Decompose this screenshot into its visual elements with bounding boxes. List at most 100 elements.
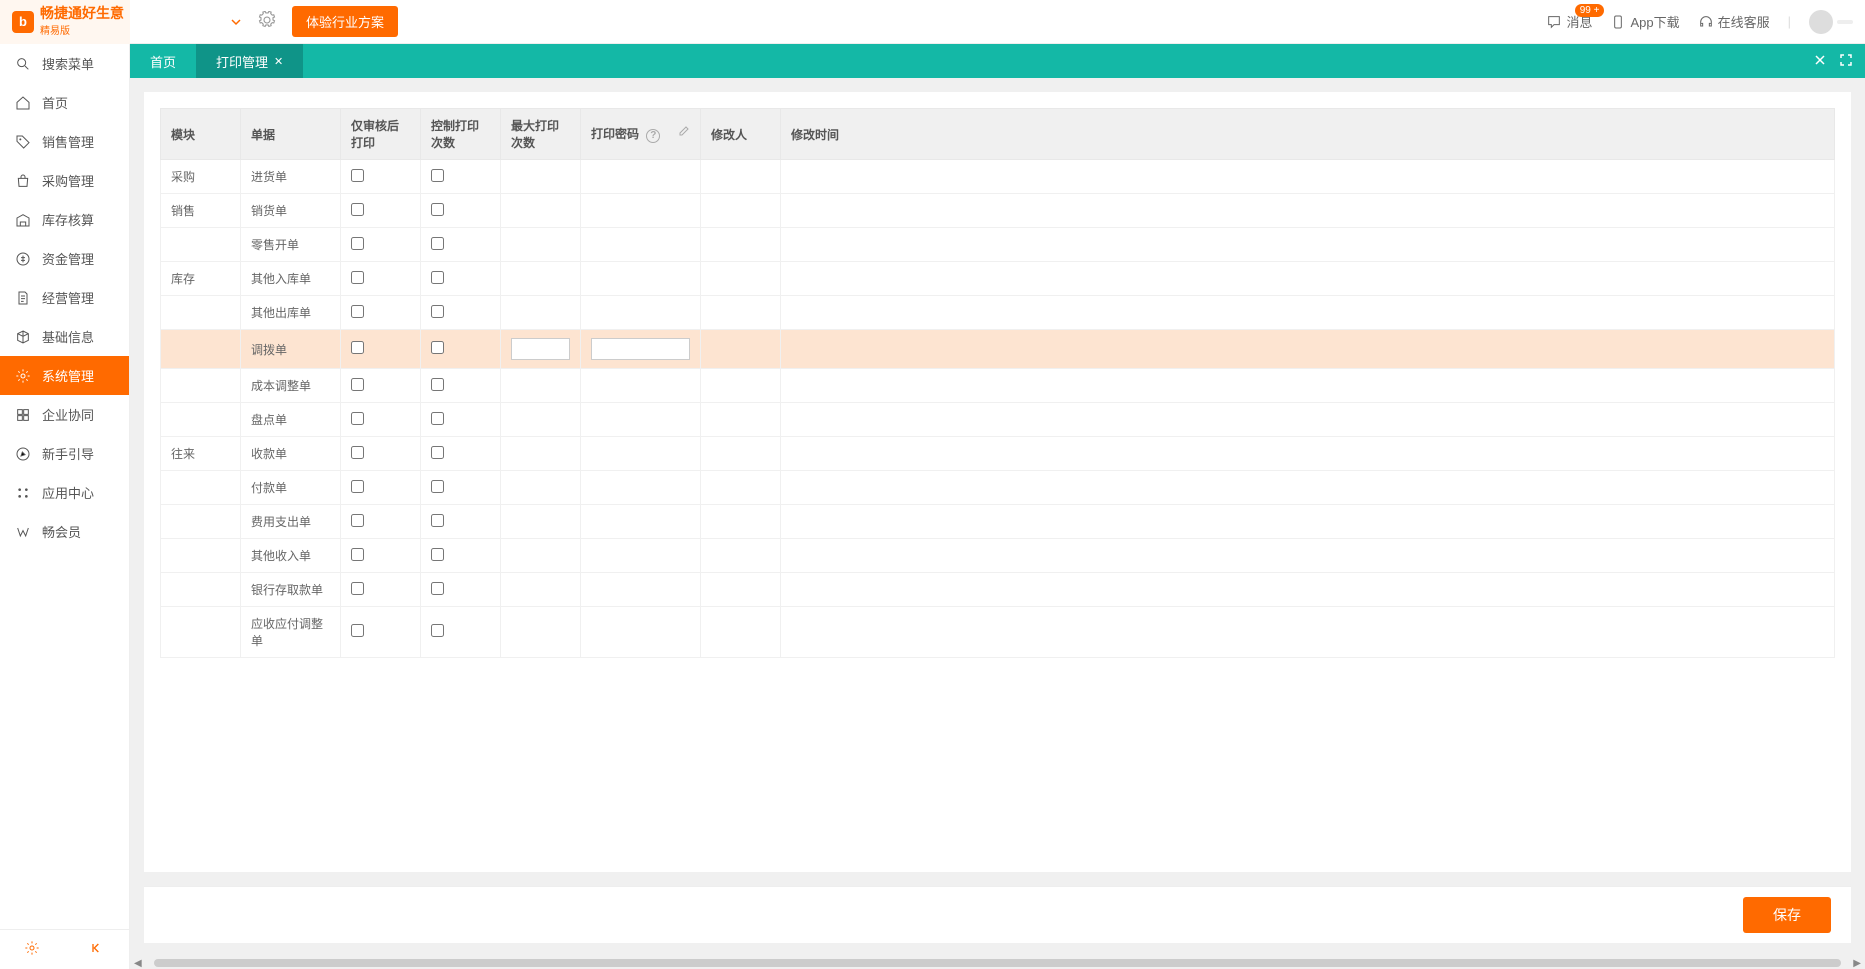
- settings-icon[interactable]: [258, 11, 276, 32]
- modifier-cell: [701, 437, 781, 471]
- password-cell: [581, 539, 701, 573]
- help-icon[interactable]: ?: [646, 129, 660, 143]
- doc-cell: 其他收入单: [241, 539, 341, 573]
- control-count-checkbox[interactable]: [431, 624, 444, 637]
- audit-print-checkbox[interactable]: [351, 305, 364, 318]
- control-count-checkbox[interactable]: [431, 237, 444, 250]
- audit-print-checkbox[interactable]: [351, 237, 364, 250]
- messages-link[interactable]: 消息 99 +: [1546, 12, 1592, 31]
- online-service-link[interactable]: 在线客服: [1698, 12, 1770, 31]
- control-count-checkbox[interactable]: [431, 341, 444, 354]
- messages-badge: 99 +: [1575, 4, 1605, 17]
- control-count-cell: [421, 194, 501, 228]
- sidebar-item-10[interactable]: 新手引导: [0, 434, 129, 473]
- tab-1[interactable]: 打印管理✕: [196, 44, 303, 78]
- sidebar-collapse-button[interactable]: [65, 930, 130, 969]
- max-count-cell: [501, 437, 581, 471]
- modifier-cell: [701, 228, 781, 262]
- audit-print-checkbox[interactable]: [351, 378, 364, 391]
- max-count-input[interactable]: [511, 338, 570, 360]
- control-count-checkbox[interactable]: [431, 378, 444, 391]
- control-count-checkbox[interactable]: [431, 203, 444, 216]
- save-button[interactable]: 保存: [1743, 897, 1831, 933]
- max-count-cell: [501, 369, 581, 403]
- audit-print-checkbox[interactable]: [351, 514, 364, 527]
- industry-plan-button[interactable]: 体验行业方案: [292, 6, 398, 37]
- doc-cell: 付款单: [241, 471, 341, 505]
- tab-close-all-icon[interactable]: [1813, 53, 1827, 70]
- table-row: 往来收款单: [161, 437, 1835, 471]
- sidebar-item-9[interactable]: 企业协同: [0, 395, 129, 434]
- tab-0[interactable]: 首页: [130, 44, 196, 78]
- audit-print-checkbox[interactable]: [351, 582, 364, 595]
- scroll-thumb[interactable]: [154, 959, 1842, 967]
- sidebar-item-3[interactable]: 采购管理: [0, 161, 129, 200]
- logo[interactable]: b 畅捷通好生意 精易版: [0, 0, 130, 44]
- audit-print-checkbox[interactable]: [351, 203, 364, 216]
- app-download-link[interactable]: App下载: [1610, 12, 1679, 31]
- horizontal-scrollbar[interactable]: ◀ ▶: [130, 957, 1865, 969]
- sidebar-item-4[interactable]: 库存核算: [0, 200, 129, 239]
- audit-print-checkbox[interactable]: [351, 624, 364, 637]
- sidebar-item-11[interactable]: 应用中心: [0, 473, 129, 512]
- control-count-checkbox[interactable]: [431, 548, 444, 561]
- footer-bar: 保存: [144, 886, 1851, 943]
- sidebar-item-label: 应用中心: [42, 483, 94, 502]
- scroll-left-arrow[interactable]: ◀: [134, 958, 142, 969]
- doc-cell: 其他入库单: [241, 262, 341, 296]
- phone-icon: [1610, 14, 1626, 30]
- audit-print-cell: [341, 505, 421, 539]
- sidebar-item-1[interactable]: 首页: [0, 83, 129, 122]
- scroll-right-arrow[interactable]: ▶: [1853, 958, 1861, 969]
- sidebar-item-label: 畅会员: [42, 522, 81, 541]
- sidebar-item-7[interactable]: 基础信息: [0, 317, 129, 356]
- company-selector[interactable]: [150, 16, 242, 28]
- password-cell: [581, 573, 701, 607]
- user-menu[interactable]: [1809, 10, 1853, 34]
- grid-icon: [14, 406, 32, 424]
- doc-cell: 盘点单: [241, 403, 341, 437]
- control-count-cell: [421, 296, 501, 330]
- audit-print-checkbox[interactable]: [351, 341, 364, 354]
- max-count-cell: [501, 296, 581, 330]
- sidebar-item-5[interactable]: 资金管理: [0, 239, 129, 278]
- audit-print-checkbox[interactable]: [351, 412, 364, 425]
- audit-print-cell: [341, 607, 421, 658]
- audit-print-checkbox[interactable]: [351, 271, 364, 284]
- modify-time-cell: [781, 296, 1835, 330]
- logo-edition: 精易版: [40, 22, 124, 37]
- control-count-checkbox[interactable]: [431, 514, 444, 527]
- control-count-cell: [421, 573, 501, 607]
- table-row: 盘点单: [161, 403, 1835, 437]
- module-cell: [161, 607, 241, 658]
- sidebar-item-0[interactable]: 搜索菜单: [0, 44, 129, 83]
- sidebar-item-6[interactable]: 经营管理: [0, 278, 129, 317]
- control-count-checkbox[interactable]: [431, 305, 444, 318]
- audit-print-checkbox[interactable]: [351, 169, 364, 182]
- module-cell: 采购: [161, 160, 241, 194]
- modifier-cell: [701, 607, 781, 658]
- password-input[interactable]: [591, 338, 690, 360]
- audit-print-checkbox[interactable]: [351, 446, 364, 459]
- column-header: 修改人: [701, 109, 781, 160]
- modify-time-cell: [781, 160, 1835, 194]
- tab-close-icon[interactable]: ✕: [274, 55, 283, 68]
- column-header: 最大打印次数: [501, 109, 581, 160]
- sidebar-item-8[interactable]: 系统管理: [0, 356, 129, 395]
- control-count-checkbox[interactable]: [431, 271, 444, 284]
- sidebar-item-12[interactable]: 畅会员: [0, 512, 129, 551]
- password-cell: [581, 262, 701, 296]
- table-row: 销售销货单: [161, 194, 1835, 228]
- doc-icon: [14, 289, 32, 307]
- control-count-checkbox[interactable]: [431, 480, 444, 493]
- edit-icon[interactable]: [678, 125, 690, 140]
- audit-print-checkbox[interactable]: [351, 548, 364, 561]
- control-count-checkbox[interactable]: [431, 412, 444, 425]
- sidebar-item-2[interactable]: 销售管理: [0, 122, 129, 161]
- control-count-checkbox[interactable]: [431, 169, 444, 182]
- control-count-checkbox[interactable]: [431, 582, 444, 595]
- control-count-checkbox[interactable]: [431, 446, 444, 459]
- sidebar-settings-button[interactable]: [0, 930, 65, 969]
- audit-print-checkbox[interactable]: [351, 480, 364, 493]
- fullscreen-icon[interactable]: [1839, 53, 1853, 70]
